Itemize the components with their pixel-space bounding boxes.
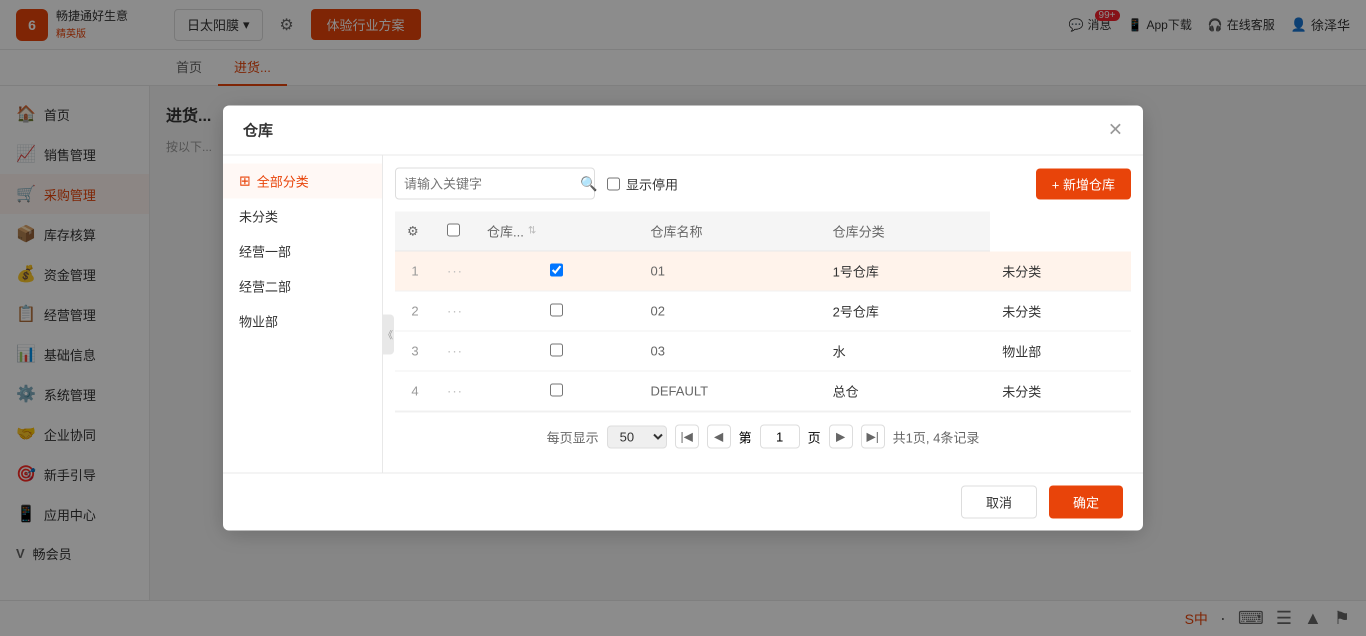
- table-row[interactable]: 1 ··· 01 1号仓库 未分类: [395, 251, 1131, 291]
- modal-close-button[interactable]: ✕: [1108, 120, 1123, 141]
- col-name: 仓库名称: [639, 212, 821, 252]
- page-label: 页: [808, 427, 821, 446]
- category-item-property[interactable]: 物业部: [223, 304, 382, 339]
- row-checkbox-cell: [475, 251, 639, 291]
- row-settings[interactable]: ···: [435, 291, 475, 331]
- row-category: 未分类: [990, 251, 1131, 291]
- warehouse-modal: 仓库 ✕ ⊞ 全部分类 未分类 经营一部 经营二部 物业部 《: [223, 106, 1143, 531]
- last-page-button[interactable]: ▶|: [861, 425, 885, 449]
- show-disabled-label: 显示停用: [607, 174, 678, 193]
- row-more-button[interactable]: ···: [447, 264, 463, 279]
- category-all-label: 全部分类: [257, 172, 309, 191]
- col-settings: ⚙: [395, 212, 435, 252]
- row-name: 总仓: [821, 371, 991, 411]
- search-input-wrap: 🔍: [395, 168, 595, 200]
- col-checkbox: [435, 212, 475, 252]
- row-settings[interactable]: ···: [435, 371, 475, 411]
- category-item-dept1[interactable]: 经营一部: [223, 234, 382, 269]
- row-name: 1号仓库: [821, 251, 991, 291]
- next-page-button[interactable]: ▶: [829, 425, 853, 449]
- confirm-button[interactable]: 确定: [1049, 486, 1123, 519]
- col-code: 仓库... ⇅: [475, 212, 639, 252]
- table-area: 🔍 显示停用 + 新增仓库 ⚙: [383, 156, 1143, 473]
- row-settings[interactable]: ···: [435, 251, 475, 291]
- row-category: 未分类: [990, 371, 1131, 411]
- table-row[interactable]: 4 ··· DEFAULT 总仓 未分类: [395, 371, 1131, 411]
- row-name: 水: [821, 331, 991, 371]
- row-checkbox[interactable]: [550, 303, 563, 316]
- modal-header: 仓库 ✕: [223, 106, 1143, 156]
- page-number-input[interactable]: [760, 425, 800, 449]
- row-number: 1: [395, 251, 435, 291]
- table-row[interactable]: 3 ··· 03 水 物业部: [395, 331, 1131, 371]
- per-page-label: 每页显示: [547, 427, 599, 446]
- row-checkbox-cell: [475, 291, 639, 331]
- search-input[interactable]: [404, 176, 580, 191]
- total-info: 共1页, 4条记录: [893, 427, 980, 446]
- add-warehouse-button[interactable]: + 新增仓库: [1036, 168, 1131, 199]
- grid-icon: ⊞: [239, 173, 251, 190]
- row-more-button[interactable]: ···: [447, 384, 463, 399]
- row-code: DEFAULT: [639, 371, 821, 411]
- cancel-button[interactable]: 取消: [961, 486, 1037, 519]
- category-sidebar: ⊞ 全部分类 未分类 经营一部 经营二部 物业部 《: [223, 156, 383, 473]
- settings-col-icon: ⚙: [407, 223, 419, 238]
- col-category: 仓库分类: [821, 212, 991, 252]
- warehouse-table: ⚙ 仓库... ⇅: [395, 212, 1131, 412]
- modal-title: 仓库: [243, 120, 273, 141]
- table-toolbar: 🔍 显示停用 + 新增仓库: [395, 168, 1131, 200]
- page-num-prefix: 第: [739, 427, 752, 446]
- row-code: 02: [639, 291, 821, 331]
- row-checkbox-cell: [475, 331, 639, 371]
- category-item-unclassified[interactable]: 未分类: [223, 199, 382, 234]
- category-item-dept2[interactable]: 经营二部: [223, 269, 382, 304]
- category-all[interactable]: ⊞ 全部分类: [223, 164, 382, 199]
- prev-page-button[interactable]: ◀: [707, 425, 731, 449]
- row-code: 03: [639, 331, 821, 371]
- row-number: 4: [395, 371, 435, 411]
- modal-body: ⊞ 全部分类 未分类 经营一部 经营二部 物业部 《 🔍: [223, 156, 1143, 473]
- row-category: 物业部: [990, 331, 1131, 371]
- row-settings[interactable]: ···: [435, 331, 475, 371]
- row-more-button[interactable]: ···: [447, 304, 463, 319]
- row-name: 2号仓库: [821, 291, 991, 331]
- row-checkbox[interactable]: [550, 263, 563, 276]
- per-page-select[interactable]: 50 100: [607, 425, 667, 448]
- row-number: 2: [395, 291, 435, 331]
- row-number: 3: [395, 331, 435, 371]
- table-scroll-area: ⚙ 仓库... ⇅: [395, 212, 1131, 412]
- show-disabled-checkbox[interactable]: [607, 177, 620, 190]
- row-checkbox[interactable]: [550, 343, 563, 356]
- row-category: 未分类: [990, 291, 1131, 331]
- sort-code-icon[interactable]: ⇅: [528, 226, 536, 237]
- table-row[interactable]: 2 ··· 02 2号仓库 未分类: [395, 291, 1131, 331]
- collapse-sidebar-button[interactable]: 《: [382, 314, 394, 354]
- first-page-button[interactable]: |◀: [675, 425, 699, 449]
- pagination: 每页显示 50 100 |◀ ◀ 第 页 ▶ ▶| 共1页, 4条记录: [395, 412, 1131, 461]
- select-all-checkbox[interactable]: [447, 223, 460, 236]
- search-icon[interactable]: 🔍: [580, 175, 597, 192]
- row-code: 01: [639, 251, 821, 291]
- modal-footer: 取消 确定: [223, 473, 1143, 531]
- row-checkbox[interactable]: [550, 383, 563, 396]
- row-checkbox-cell: [475, 371, 639, 411]
- row-more-button[interactable]: ···: [447, 344, 463, 359]
